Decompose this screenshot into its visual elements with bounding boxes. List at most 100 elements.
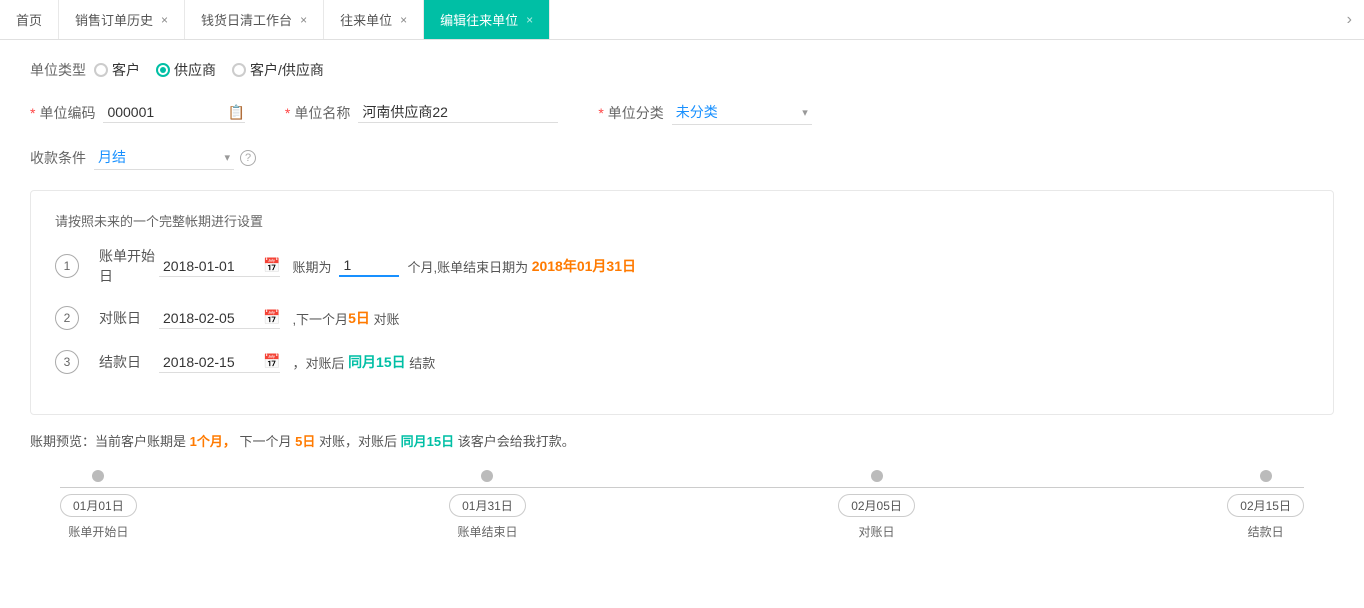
timeline-node-1-label-wrap: 01月31日 账单结束日 bbox=[449, 494, 526, 540]
tab-home-label: 首页 bbox=[16, 10, 42, 29]
timeline-label-2: 对账日 bbox=[859, 523, 895, 540]
timeline-node-3: 02月15日 结款日 bbox=[1227, 470, 1304, 540]
timeline-badge-0: 01月01日 bbox=[60, 494, 137, 517]
unit-category-label: 单位分类 bbox=[608, 103, 664, 123]
period-start-date-wrap: 📅 bbox=[159, 256, 280, 277]
payment-condition-dropdown[interactable]: 月结 ▾ bbox=[94, 145, 234, 170]
timeline-badge-1: 01月31日 bbox=[449, 494, 526, 517]
period-row1-suffix-after: 个月,账单结束日期为 bbox=[407, 257, 531, 276]
preview-suffix: 该客户会给我打款。 bbox=[458, 434, 575, 449]
unit-type-label: 单位类型 bbox=[30, 60, 86, 80]
period-payment-date-cal-icon[interactable]: 📅 bbox=[263, 353, 280, 370]
main-content: 单位类型 客户 供应商 客户/供应商 * 单位编码 bbox=[0, 40, 1364, 608]
period-payment-day-highlight: 同月15日 bbox=[348, 352, 406, 372]
tab-partner-unit-close[interactable]: × bbox=[400, 13, 407, 27]
timeline-badge-3: 02月15日 bbox=[1227, 494, 1304, 517]
timeline-dot-1 bbox=[481, 470, 493, 482]
tab-home[interactable]: 首页 bbox=[0, 0, 59, 39]
period-start-date-cal-icon[interactable]: 📅 bbox=[263, 257, 280, 274]
period-field-label-3: 结款日 bbox=[99, 352, 159, 372]
preview-day-teal: 同月15日 bbox=[401, 434, 458, 449]
tab-sales-history-label: 销售订单历史 bbox=[75, 10, 153, 29]
tabs-more-arrow[interactable]: › bbox=[1335, 11, 1364, 29]
timeline-label-1: 账单结束日 bbox=[457, 523, 517, 540]
form-item-unit-category: * 单位分类 未分类 ▾ bbox=[598, 100, 811, 125]
radio-customer-circle bbox=[94, 63, 108, 77]
tab-sales-history[interactable]: 销售订单历史 × bbox=[59, 0, 185, 39]
tab-edit-partner-close[interactable]: × bbox=[526, 13, 533, 27]
radio-customer-supplier-label: 客户/供应商 bbox=[250, 60, 324, 80]
tab-cash-work-label: 钱货日清工作台 bbox=[201, 10, 292, 29]
preview-month-highlight: 1个月， bbox=[190, 434, 236, 449]
period-row1-suffix-before: 账期为 bbox=[292, 257, 331, 276]
unit-code-copy-icon[interactable]: 📋 bbox=[227, 104, 244, 121]
radio-supplier-circle bbox=[156, 63, 170, 77]
form-item-unit-name: * 单位名称 bbox=[285, 102, 558, 123]
period-row-1: 1 账单开始日 📅 账期为 个月,账单结束日期为 2018年01月31日 bbox=[55, 246, 1309, 286]
period-row3-prefix: ，对账后 bbox=[292, 353, 348, 372]
radio-customer[interactable]: 客户 bbox=[94, 60, 140, 80]
timeline-node-2-label-wrap: 02月05日 对账日 bbox=[838, 494, 915, 540]
period-row2-prefix: ,下一个月 bbox=[292, 309, 348, 328]
period-settings-box: 请按照未来的一个完整帐期进行设置 1 账单开始日 📅 账期为 个月,账单结束日期… bbox=[30, 190, 1334, 415]
period-row-2: 2 对账日 📅 ,下一个月 5日 对账 bbox=[55, 306, 1309, 330]
period-payment-date-input[interactable] bbox=[159, 352, 259, 372]
timeline-label-3: 结款日 bbox=[1248, 523, 1284, 540]
timeline-container: 01月01日 账单开始日 01月31日 账单结束日 02月05日 对账日 bbox=[30, 470, 1334, 540]
timeline-node-2: 02月05日 对账日 bbox=[838, 470, 915, 540]
radio-customer-supplier-circle bbox=[232, 63, 246, 77]
unit-category-dropdown[interactable]: 未分类 ▾ bbox=[672, 100, 812, 125]
payment-condition-label: 收款条件 bbox=[30, 148, 86, 168]
period-row2-suffix: 对账 bbox=[370, 309, 400, 328]
tab-cash-work[interactable]: 钱货日清工作台 × bbox=[185, 0, 324, 39]
unit-type-radio-group: 客户 供应商 客户/供应商 bbox=[94, 60, 324, 80]
form-row-payment: 收款条件 月结 ▾ ? bbox=[30, 145, 1334, 170]
payment-condition-value: 月结 bbox=[98, 147, 218, 167]
unit-name-star: * bbox=[285, 105, 290, 121]
tab-edit-partner[interactable]: 编辑往来单位 × bbox=[424, 0, 550, 39]
period-num-2: 2 bbox=[55, 306, 79, 330]
period-num-1: 1 bbox=[55, 254, 79, 278]
unit-name-label: 单位名称 bbox=[294, 103, 350, 123]
form-row-unit-info: * 单位编码 📋 * 单位名称 * 单位分类 未分类 ▾ bbox=[30, 100, 1334, 125]
period-row-3: 3 结款日 📅 ，对账后 同月15日 结款 bbox=[55, 350, 1309, 374]
period-month-input[interactable] bbox=[339, 255, 399, 275]
form-item-unit-code: * 单位编码 📋 bbox=[30, 102, 245, 123]
timeline-node-0-label-wrap: 01月01日 账单开始日 bbox=[60, 494, 137, 540]
payment-help-icon[interactable]: ? bbox=[240, 150, 256, 166]
form-row-unit-type: 单位类型 客户 供应商 客户/供应商 bbox=[30, 60, 1334, 80]
radio-supplier[interactable]: 供应商 bbox=[156, 60, 216, 80]
tab-sales-history-close[interactable]: × bbox=[161, 13, 168, 27]
tab-partner-unit-label: 往来单位 bbox=[340, 10, 392, 29]
timeline-node-1: 01月31日 账单结束日 bbox=[449, 470, 526, 540]
unit-code-label: 单位编码 bbox=[39, 103, 95, 123]
period-recon-date-cal-icon[interactable]: 📅 bbox=[263, 309, 280, 326]
period-field-label-1: 账单开始日 bbox=[99, 246, 159, 286]
period-recon-date-input[interactable] bbox=[159, 308, 259, 328]
period-recon-date-wrap: 📅 bbox=[159, 308, 280, 329]
tab-cash-work-close[interactable]: × bbox=[300, 13, 307, 27]
unit-code-star: * bbox=[30, 105, 35, 121]
tab-edit-partner-label: 编辑往来单位 bbox=[440, 10, 518, 29]
timeline-badge-2: 02月05日 bbox=[838, 494, 915, 517]
radio-customer-supplier[interactable]: 客户/供应商 bbox=[232, 60, 324, 80]
unit-code-input[interactable] bbox=[103, 102, 223, 122]
period-box-title: 请按照未来的一个完整帐期进行设置 bbox=[55, 211, 1309, 230]
preview-prefix: 账期预览：当前客户账期是 bbox=[30, 434, 186, 449]
timeline-dot-3 bbox=[1260, 470, 1272, 482]
period-end-date-highlight: 2018年01月31日 bbox=[532, 256, 636, 276]
form-item-unit-type: 单位类型 客户 供应商 客户/供应商 bbox=[30, 60, 324, 80]
unit-category-arrow-icon: ▾ bbox=[802, 106, 808, 119]
period-start-date-input[interactable] bbox=[159, 256, 259, 276]
period-month-input-wrap bbox=[339, 255, 399, 277]
timeline-label-0: 账单开始日 bbox=[68, 523, 128, 540]
preview-section: 账期预览：当前客户账期是 1个月， 下一个月 5日 对账，对账后 同月15日 该… bbox=[30, 431, 1334, 450]
timeline-node-3-label-wrap: 02月15日 结款日 bbox=[1227, 494, 1304, 540]
unit-name-input[interactable] bbox=[358, 102, 558, 123]
period-num-3: 3 bbox=[55, 350, 79, 374]
tab-partner-unit[interactable]: 往来单位 × bbox=[324, 0, 424, 39]
timeline-nodes: 01月01日 账单开始日 01月31日 账单结束日 02月05日 对账日 bbox=[60, 470, 1304, 540]
preview-day-orange: 5日 bbox=[295, 434, 315, 449]
timeline-dot-2 bbox=[871, 470, 883, 482]
preview-after-reconcile: 对账，对账后 bbox=[319, 434, 397, 449]
